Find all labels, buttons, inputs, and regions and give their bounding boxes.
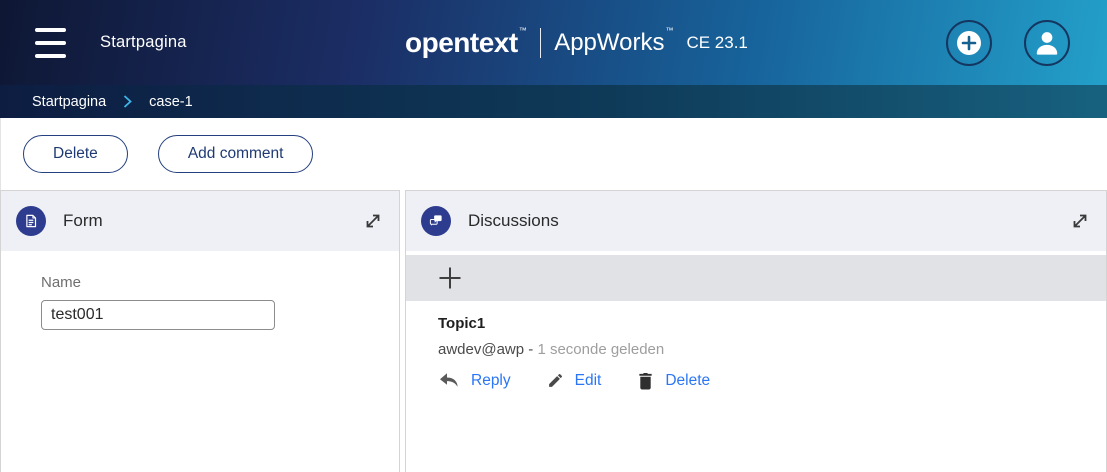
user-avatar-button[interactable] — [1024, 20, 1070, 66]
add-button[interactable] — [946, 20, 992, 66]
topic-title: Topic1 — [438, 315, 1106, 332]
breadcrumb-item-current: case-1 — [149, 94, 193, 110]
brand-trademark: ™ — [519, 26, 527, 35]
expand-icon — [363, 211, 383, 231]
discussions-panel-title: Discussions — [468, 211, 559, 231]
topic-meta-separator: - — [528, 341, 533, 358]
form-document-icon — [16, 206, 46, 236]
expand-icon — [1070, 211, 1090, 231]
topic-meta: awdev@awp - 1 seconde geleden — [438, 341, 1106, 358]
form-panel-header: Form — [1, 191, 399, 251]
delete-topic-label: Delete — [665, 372, 710, 390]
discussions-chat-icon — [421, 206, 451, 236]
reply-label: Reply — [471, 372, 511, 390]
reply-icon — [438, 371, 460, 390]
menu-icon[interactable] — [35, 28, 66, 58]
header-actions — [946, 0, 1070, 85]
form-expand-button[interactable] — [363, 211, 383, 231]
discussions-expand-button[interactable] — [1070, 211, 1090, 231]
delete-case-button[interactable]: Delete — [23, 135, 128, 173]
chevron-right-icon — [123, 95, 132, 108]
brand-product: AppWorks — [554, 29, 664, 57]
reply-button[interactable]: Reply — [438, 371, 511, 390]
form-panel-title: Form — [63, 211, 103, 231]
discussions-panel: Discussions Topic1 awde — [405, 190, 1107, 472]
user-icon — [1032, 28, 1062, 58]
edit-button[interactable]: Edit — [547, 372, 602, 390]
add-topic-button[interactable] — [436, 264, 464, 292]
form-panel: Form Name — [0, 190, 400, 472]
topic-time-ago: 1 seconde geleden — [537, 341, 664, 358]
discussions-toolbar — [406, 255, 1106, 301]
action-toolbar: Delete Add comment — [0, 118, 1107, 190]
discussion-topic: Topic1 awdev@awp - 1 seconde geleden Rep… — [406, 301, 1106, 390]
page-title: Startpagina — [100, 33, 187, 52]
delete-topic-button[interactable]: Delete — [637, 371, 710, 390]
topic-author: awdev@awp — [438, 341, 524, 358]
name-field-label: Name — [41, 274, 359, 291]
app-header: Startpagina opentext ™ AppWorks ™ CE 23.… — [0, 0, 1107, 85]
brand-version: CE 23.1 — [686, 33, 747, 53]
breadcrumb: Startpagina case-1 — [0, 85, 1107, 118]
add-comment-button[interactable]: Add comment — [158, 135, 314, 173]
trash-icon — [637, 371, 654, 390]
discussions-panel-header: Discussions — [406, 191, 1106, 251]
breadcrumb-item-startpagina[interactable]: Startpagina — [32, 94, 106, 110]
brand-product-trademark: ™ — [665, 26, 673, 35]
topic-actions: Reply Edit — [438, 371, 1106, 390]
brand-divider — [540, 28, 542, 58]
plus-circle-icon — [956, 30, 982, 56]
form-body: Name — [1, 251, 399, 353]
brand-name: opentext — [405, 27, 518, 59]
edit-label: Edit — [575, 372, 602, 390]
name-input[interactable] — [41, 300, 275, 330]
pencil-icon — [547, 372, 564, 389]
brand-logo: opentext ™ AppWorks ™ CE 23.1 — [405, 0, 748, 85]
plus-icon — [436, 264, 464, 292]
main-content: Form Name — [0, 190, 1107, 472]
